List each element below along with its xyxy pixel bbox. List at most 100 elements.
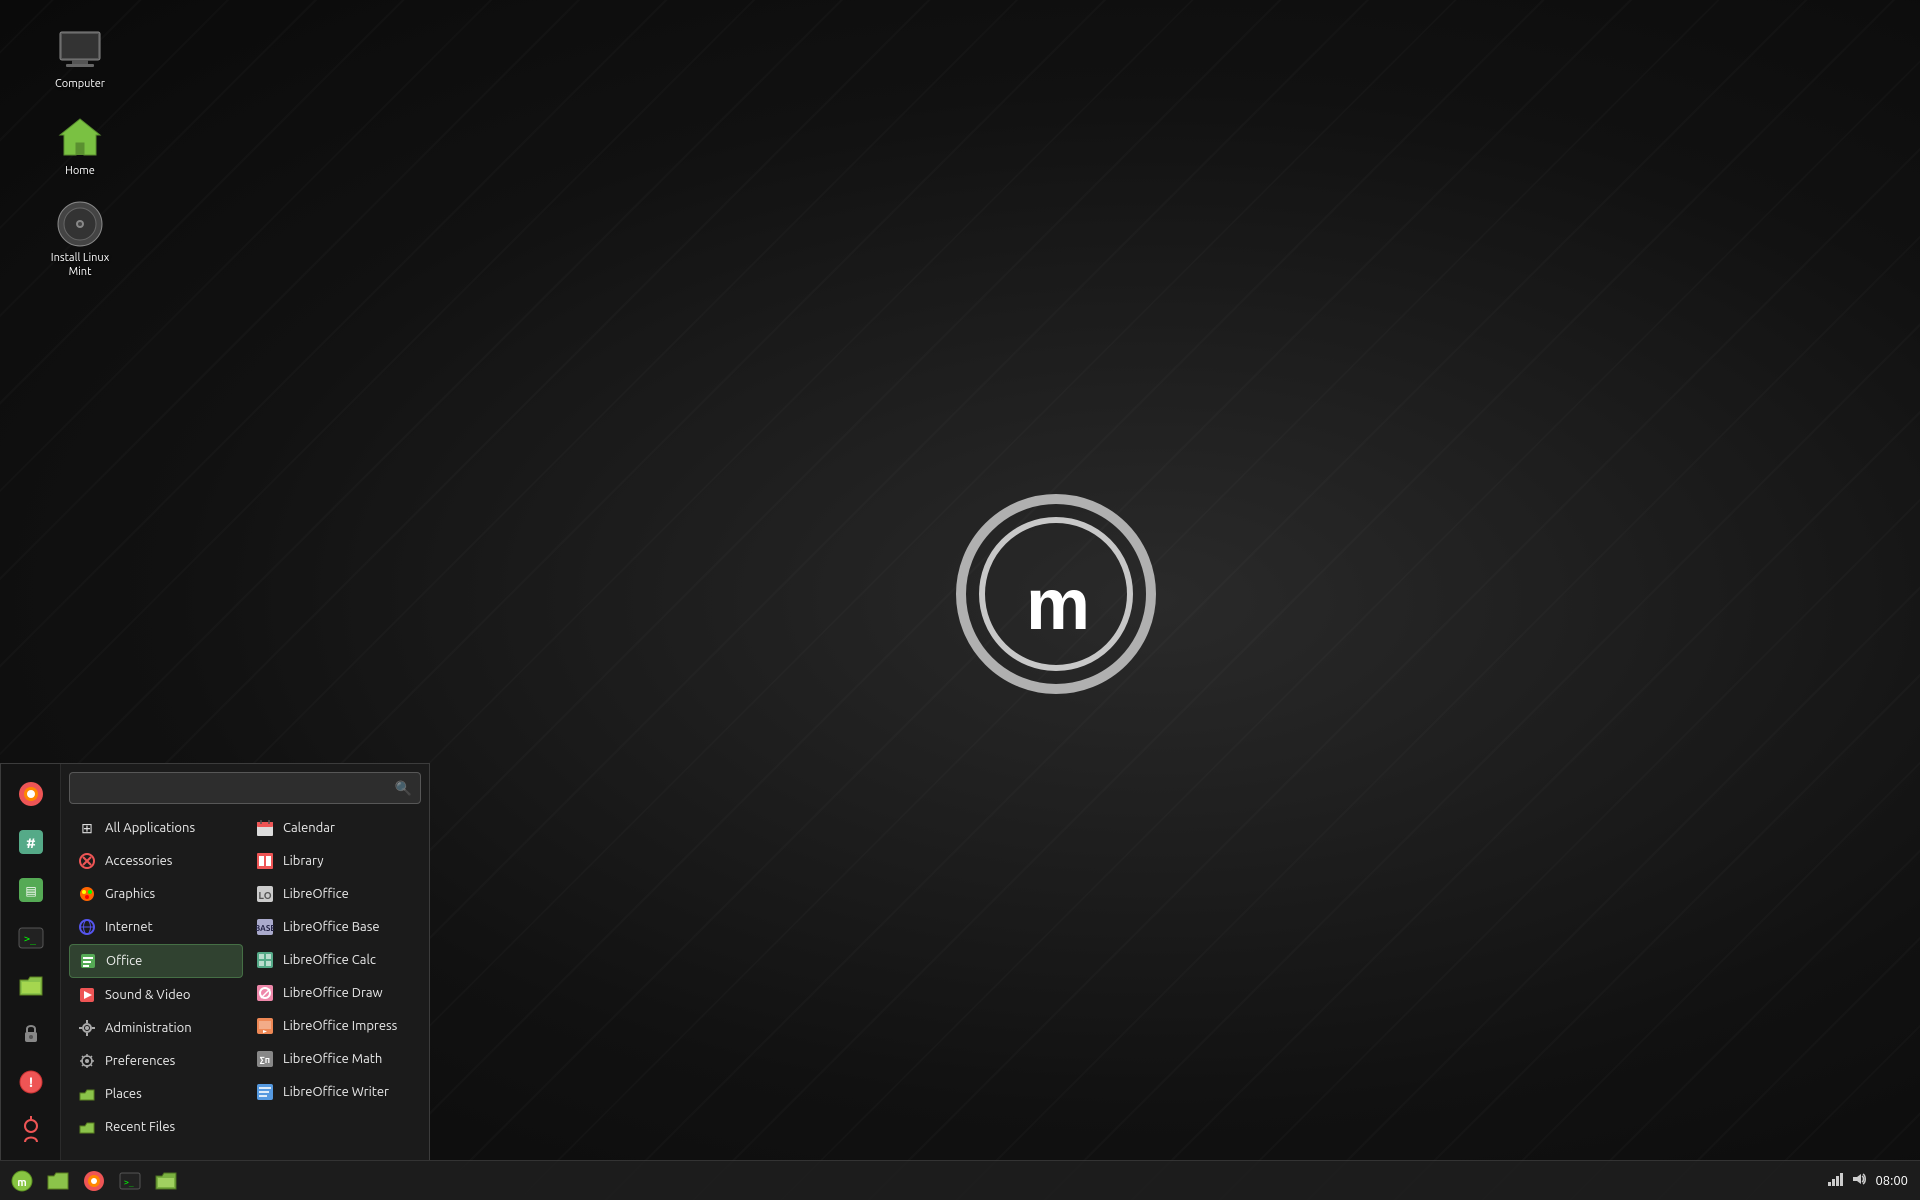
svg-text:>_: >_	[24, 934, 37, 945]
taskbar-nemo-button[interactable]	[150, 1165, 182, 1197]
office-icon	[78, 951, 98, 971]
sound-video-icon	[77, 985, 97, 1005]
administration-icon	[77, 1018, 97, 1038]
search-icon: 🔍	[395, 780, 412, 797]
home-icon	[56, 113, 104, 161]
library-icon	[255, 851, 275, 871]
taskbar-right: 08:00	[1815, 1171, 1920, 1190]
menu-item-libreoffice-impress[interactable]: LibreOffice Impress	[247, 1010, 421, 1042]
lo-calc-icon	[255, 950, 275, 970]
lo-math-icon: ∑π	[255, 1049, 275, 1069]
lo-writer-label: LibreOffice Writer	[283, 1085, 389, 1099]
menu-item-libreoffice-calc[interactable]: LibreOffice Calc	[247, 944, 421, 976]
preferences-label: Preferences	[105, 1054, 175, 1068]
install-icon	[56, 200, 104, 248]
lo-writer-icon	[255, 1082, 275, 1102]
menu-item-calendar[interactable]: Calendar	[247, 812, 421, 844]
library-label: Library	[283, 854, 323, 868]
places-label: Places	[105, 1087, 142, 1101]
desktop-icon-home[interactable]: Home	[40, 107, 120, 184]
svg-text:!: !	[29, 1074, 33, 1090]
preferences-icon	[77, 1051, 97, 1071]
svg-text:BASE: BASE	[256, 924, 274, 933]
sidebar-btn-nemo[interactable]	[9, 964, 53, 1008]
taskbar-files-button[interactable]	[42, 1165, 74, 1197]
sidebar-btn-terminal[interactable]: >_	[9, 916, 53, 960]
svg-text:∑π: ∑π	[260, 1055, 270, 1065]
accessories-label: Accessories	[105, 854, 172, 868]
sidebar-btn-appstore[interactable]: #	[9, 820, 53, 864]
search-input[interactable]	[78, 781, 395, 796]
all-apps-icon: ⊞	[77, 818, 97, 838]
graphics-label: Graphics	[105, 887, 155, 901]
desktop-icon-computer[interactable]: Computer	[40, 20, 120, 97]
calendar-label: Calendar	[283, 821, 335, 835]
lo-impress-label: LibreOffice Impress	[283, 1019, 397, 1033]
app-menu-sidebar: # ▤ >_	[1, 764, 61, 1160]
recent-files-label: Recent Files	[105, 1120, 175, 1134]
menu-item-recent-files[interactable]: Recent Files	[69, 1111, 243, 1143]
graphics-icon	[77, 884, 97, 904]
sound-video-label: Sound & Video	[105, 988, 191, 1002]
app-menu-categories: ⊞ All Applications Accessories	[69, 812, 243, 1143]
libreoffice-icon: LO	[255, 884, 275, 904]
places-icon	[77, 1084, 97, 1104]
install-icon-label: Install Linux Mint	[46, 252, 114, 278]
sidebar-btn-logout[interactable]	[9, 1108, 53, 1152]
menu-item-places[interactable]: Places	[69, 1078, 243, 1110]
libreoffice-label: LibreOffice	[283, 887, 349, 901]
taskbar-terminal-button[interactable]: >_	[114, 1165, 146, 1197]
lo-impress-icon	[255, 1016, 275, 1036]
office-label: Office	[106, 954, 142, 968]
menu-item-libreoffice-writer[interactable]: LibreOffice Writer	[247, 1076, 421, 1108]
network-icon	[1827, 1171, 1843, 1190]
app-menu-main: 🔍 ⊞ All Applications	[61, 764, 429, 1160]
desktop-icons-container: Computer Home Install Linu	[40, 20, 120, 285]
computer-icon-label: Computer	[55, 78, 105, 91]
app-menu: # ▤ >_	[0, 763, 430, 1160]
sidebar-btn-lock[interactable]	[9, 1012, 53, 1056]
svg-text:>_: >_	[124, 1178, 134, 1187]
menu-item-accessories[interactable]: Accessories	[69, 845, 243, 877]
recent-files-icon	[77, 1117, 97, 1137]
menu-item-administration[interactable]: Administration	[69, 1012, 243, 1044]
volume-icon	[1851, 1171, 1867, 1190]
clock-display[interactable]: 08:00	[1875, 1174, 1908, 1188]
lo-draw-label: LibreOffice Draw	[283, 986, 383, 1000]
lo-math-label: LibreOffice Math	[283, 1052, 382, 1066]
svg-text:m: m	[1026, 565, 1086, 645]
lo-draw-icon	[255, 983, 275, 1003]
sidebar-btn-updater[interactable]: !	[9, 1060, 53, 1104]
taskbar: m >_	[0, 1160, 1920, 1200]
desktop: m Computer Home	[0, 0, 1920, 1200]
accessories-icon	[77, 851, 97, 871]
lo-base-label: LibreOffice Base	[283, 920, 380, 934]
desktop-icon-install[interactable]: Install Linux Mint	[40, 194, 120, 284]
svg-text:m: m	[17, 1177, 26, 1189]
menu-item-office[interactable]: Office	[69, 944, 243, 978]
taskbar-firefox-button[interactable]	[78, 1165, 110, 1197]
menu-item-library[interactable]: Library	[247, 845, 421, 877]
menu-item-internet[interactable]: Internet	[69, 911, 243, 943]
menu-item-libreoffice-math[interactable]: ∑π LibreOffice Math	[247, 1043, 421, 1075]
menu-item-libreoffice[interactable]: LO LibreOffice	[247, 878, 421, 910]
menu-item-sound-video[interactable]: Sound & Video	[69, 979, 243, 1011]
app-menu-search-bar[interactable]: 🔍	[69, 772, 421, 804]
menu-item-graphics[interactable]: Graphics	[69, 878, 243, 910]
menu-item-all-apps[interactable]: ⊞ All Applications	[69, 812, 243, 844]
internet-icon	[77, 917, 97, 937]
internet-label: Internet	[105, 920, 153, 934]
menu-item-libreoffice-draw[interactable]: LibreOffice Draw	[247, 977, 421, 1009]
sidebar-btn-firefox[interactable]	[9, 772, 53, 816]
menu-item-libreoffice-base[interactable]: BASE LibreOffice Base	[247, 911, 421, 943]
menu-item-preferences[interactable]: Preferences	[69, 1045, 243, 1077]
app-menu-columns: ⊞ All Applications Accessories	[69, 812, 421, 1143]
svg-text:#: #	[26, 835, 36, 851]
mint-logo: m	[946, 479, 1166, 699]
app-menu-apps: Calendar Library	[247, 812, 421, 1143]
calendar-icon	[255, 818, 275, 838]
administration-label: Administration	[105, 1021, 192, 1035]
taskbar-menu-button[interactable]: m	[6, 1165, 38, 1197]
svg-text:▤: ▤	[25, 885, 36, 898]
sidebar-btn-synaptic[interactable]: ▤	[9, 868, 53, 912]
